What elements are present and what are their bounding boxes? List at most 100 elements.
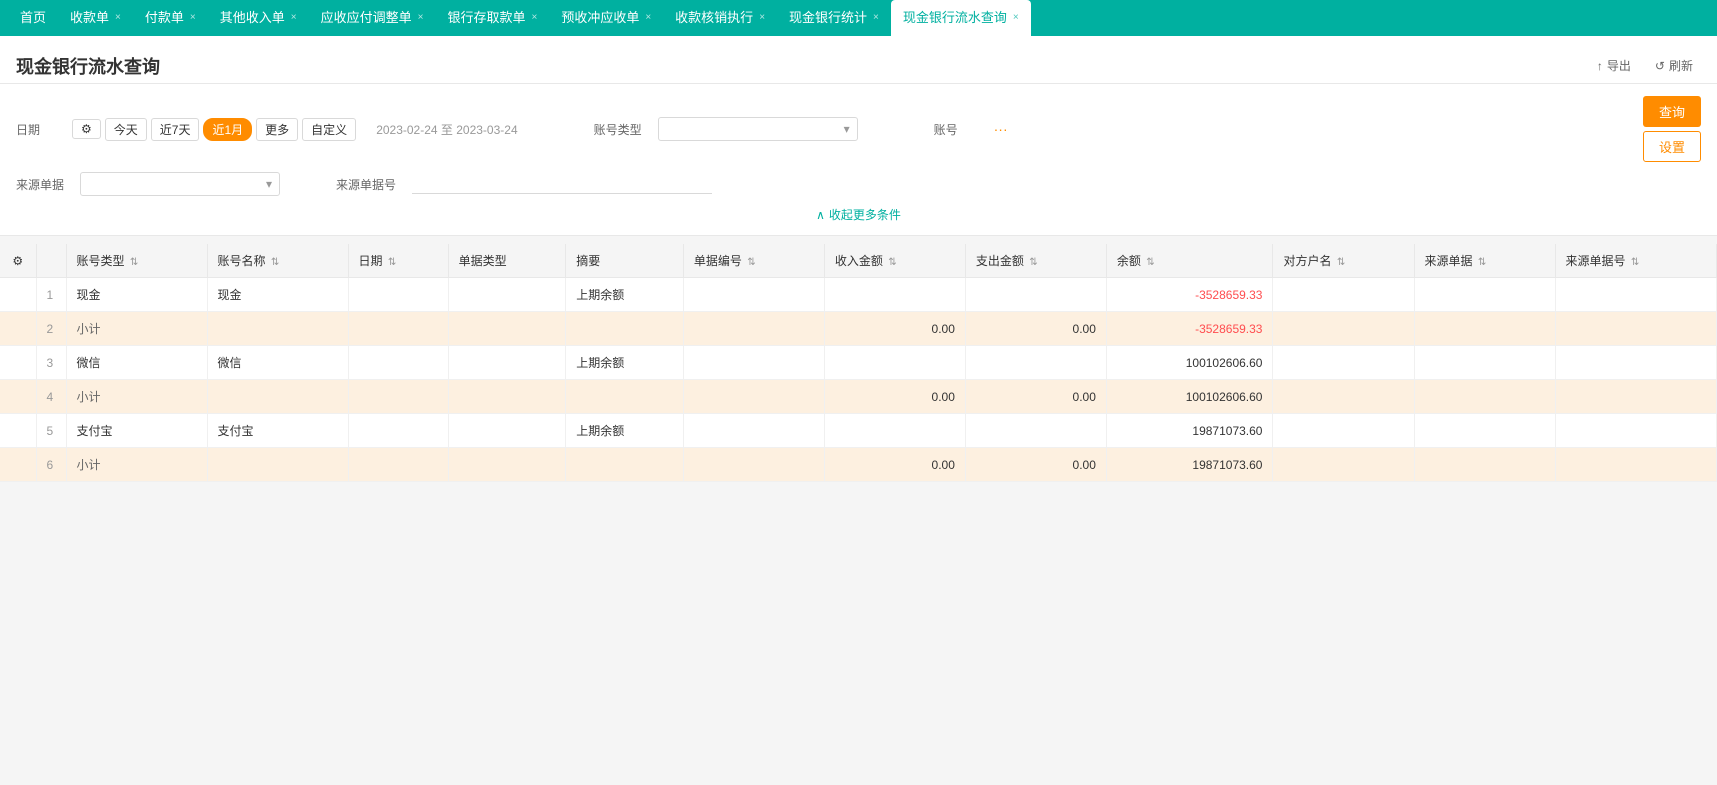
nav-item-receipt-exec[interactable]: 收款核销执行 × (663, 0, 777, 36)
table-cell (1414, 380, 1555, 414)
nav-item-payment[interactable]: 付款单 × (133, 0, 208, 36)
date-btn-yesterday[interactable]: ⚙ (72, 119, 101, 139)
th-income[interactable]: 收入金额 ⇅ (824, 244, 965, 278)
table-header: ⚙ 账号类型 ⇅ 账号名称 ⇅ 日期 ⇅ 单据类型 (0, 244, 1717, 278)
table-row: 3微信微信上期余额100102606.60 (0, 346, 1717, 380)
table-cell: 6 (36, 448, 66, 482)
th-doc-type: 单据类型 (448, 244, 566, 278)
table-cell (683, 278, 824, 312)
nav-home[interactable]: 首页 (8, 0, 58, 36)
date-range-display: 2023-02-24 至 2023-03-24 (376, 121, 517, 138)
page-header: 现金银行流水查询 ↑ 导出 ↺ 刷新 (0, 36, 1717, 84)
account-ellipsis-button[interactable]: ··· (990, 121, 1012, 137)
table-cell (1273, 312, 1414, 346)
source-doc-no-label: 来源单据号 (336, 176, 396, 193)
th-doc-no[interactable]: 单据编号 ⇅ (683, 244, 824, 278)
th-account-type[interactable]: 账号类型 ⇅ (66, 244, 207, 278)
table-cell: 0.00 (965, 380, 1106, 414)
table-cell: 1 (36, 278, 66, 312)
sort-icon: ⇅ (1146, 257, 1154, 268)
account-type-select-wrap (658, 117, 858, 141)
nav-item-cash-bank-stats[interactable]: 现金银行统计 × (777, 0, 891, 36)
th-date[interactable]: 日期 ⇅ (348, 244, 448, 278)
table-cell (683, 414, 824, 448)
nav-item-cash-bank-flow[interactable]: 现金银行流水查询 × (891, 0, 1031, 36)
sort-icon: ⇅ (388, 257, 396, 268)
th-expense[interactable]: 支出金额 ⇅ (965, 244, 1106, 278)
table-cell (207, 448, 348, 482)
table-cell (824, 278, 965, 312)
table-cell: 微信 (66, 346, 207, 380)
gear-icon: ⚙ (12, 254, 23, 268)
filter-area: 日期 ⚙ 今天 近7天 近1月 更多 自定义 2023-02-24 至 2023… (0, 84, 1717, 236)
table-cell (824, 414, 965, 448)
source-doc-select-wrap (80, 172, 280, 196)
close-icon[interactable]: × (190, 0, 196, 36)
table-cell: 0.00 (965, 448, 1106, 482)
close-icon[interactable]: × (531, 0, 537, 36)
nav-item-ar-ap-adjust[interactable]: 应收应付调整单 × (309, 0, 436, 36)
table-cell (0, 346, 36, 380)
table-cell: 100102606.60 (1106, 346, 1273, 380)
nav-item-other-income[interactable]: 其他收入单 × (208, 0, 309, 36)
th-account-name[interactable]: 账号名称 ⇅ (207, 244, 348, 278)
source-doc-select[interactable] (80, 172, 280, 196)
top-navigation: 首页 收款单 × 付款单 × 其他收入单 × 应收应付调整单 × 银行存取款单 … (0, 0, 1717, 36)
table-cell (566, 312, 684, 346)
export-button[interactable]: ↑ 导出 (1589, 53, 1639, 78)
close-icon[interactable]: × (645, 0, 651, 36)
table-cell (448, 312, 566, 346)
table-cell (0, 278, 36, 312)
table-cell (683, 380, 824, 414)
account-type-select[interactable] (658, 117, 858, 141)
table-cell: 上期余额 (566, 346, 684, 380)
date-btn-custom[interactable]: 自定义 (302, 118, 356, 141)
table-cell: 上期余额 (566, 414, 684, 448)
th-summary: 摘要 (566, 244, 684, 278)
source-doc-no-input[interactable] (412, 175, 712, 194)
th-source-doc[interactable]: 来源单据 ⇅ (1414, 244, 1555, 278)
table-cell (1555, 448, 1716, 482)
table-cell (348, 380, 448, 414)
table-cell (1273, 448, 1414, 482)
table-cell (1414, 414, 1555, 448)
query-button[interactable]: 查询 (1643, 96, 1701, 127)
close-icon[interactable]: × (759, 0, 765, 36)
close-icon[interactable]: × (1013, 0, 1019, 36)
date-btn-more[interactable]: 更多 (256, 118, 298, 141)
source-doc-label: 来源单据 (16, 176, 64, 193)
close-icon[interactable]: × (873, 0, 879, 36)
table-cell (683, 346, 824, 380)
table-cell (1414, 312, 1555, 346)
table-cell: 小计 (66, 312, 207, 346)
table-cell (0, 312, 36, 346)
table-cell (965, 414, 1106, 448)
settings-button[interactable]: 设置 (1643, 131, 1701, 162)
th-source-doc-no[interactable]: 来源单据号 ⇅ (1555, 244, 1716, 278)
table-cell: 0.00 (824, 380, 965, 414)
nav-item-bank-deposit[interactable]: 银行存取款单 × (435, 0, 549, 36)
table-cell: 4 (36, 380, 66, 414)
nav-item-receipts[interactable]: 收款单 × (58, 0, 133, 36)
table-row: 2小计0.000.00-3528659.33 (0, 312, 1717, 346)
table-area: ⚙ 账号类型 ⇅ 账号名称 ⇅ 日期 ⇅ 单据类型 (0, 244, 1717, 482)
close-icon[interactable]: × (115, 0, 121, 36)
table-cell: 上期余额 (566, 278, 684, 312)
nav-item-advance-offset[interactable]: 预收冲应收单 × (549, 0, 663, 36)
th-counterpart[interactable]: 对方户名 ⇅ (1273, 244, 1414, 278)
table-cell (1555, 346, 1716, 380)
refresh-button[interactable]: ↺ 刷新 (1647, 53, 1701, 78)
table-cell: 0.00 (965, 312, 1106, 346)
th-gear[interactable]: ⚙ (0, 244, 36, 278)
collapse-bar[interactable]: ∧ 收起更多条件 (16, 206, 1701, 223)
close-icon[interactable]: × (291, 0, 297, 36)
table-cell (1555, 380, 1716, 414)
table-cell (1414, 278, 1555, 312)
table-row: 4小计0.000.00100102606.60 (0, 380, 1717, 414)
date-btn-7days[interactable]: 近7天 (151, 118, 200, 141)
date-btn-1month[interactable]: 近1月 (203, 118, 252, 141)
date-btn-today[interactable]: 今天 (105, 118, 147, 141)
table-cell (0, 448, 36, 482)
close-icon[interactable]: × (418, 0, 424, 36)
th-balance[interactable]: 余额 ⇅ (1106, 244, 1273, 278)
